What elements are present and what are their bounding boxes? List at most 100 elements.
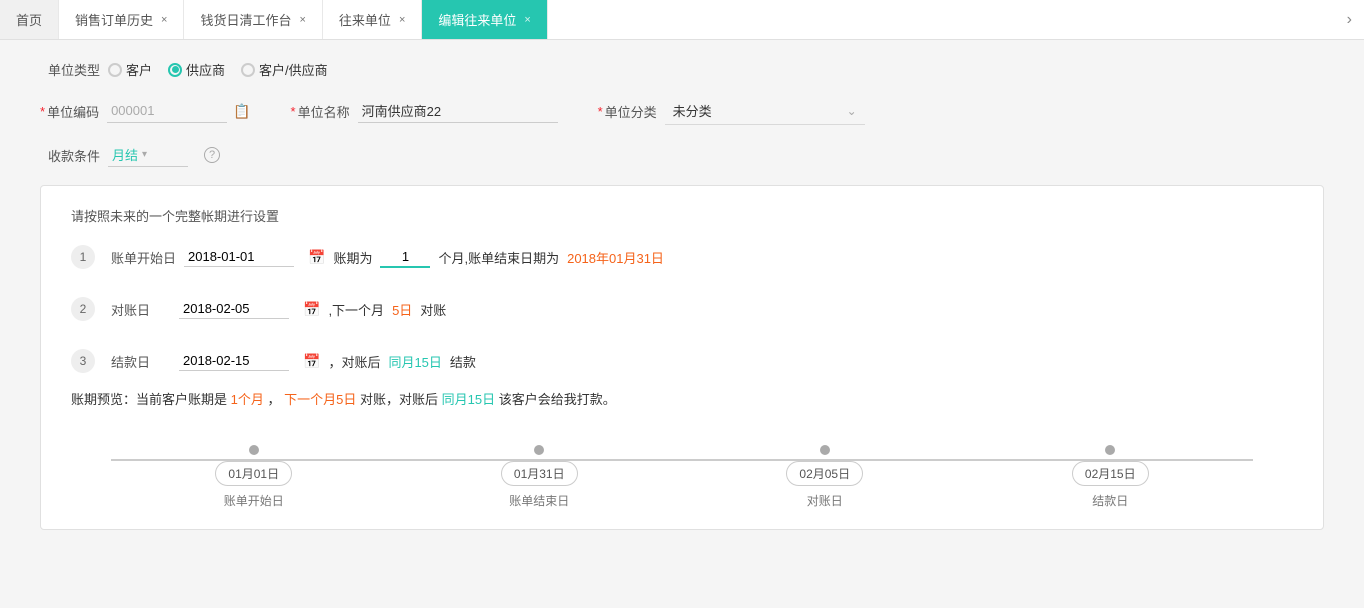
tab-home-label: 首页 bbox=[16, 10, 42, 29]
tab-unit-list[interactable]: 往来单位 × bbox=[323, 0, 422, 39]
step-1-suffix-pre: 账期为 bbox=[333, 248, 372, 267]
tab-sales-history-label: 销售订单历史 bbox=[75, 10, 153, 29]
timeline-date-4: 02月15日 bbox=[1072, 461, 1149, 486]
step-3-row: 3 结款日 📅 ，对账后 同月15日 结款 bbox=[71, 349, 1293, 373]
unit-code-group: * 单位编码 📋 bbox=[40, 99, 251, 123]
unit-category-value: 未分类 bbox=[673, 101, 847, 120]
unit-category-chevron: ⌄ bbox=[847, 104, 857, 118]
timeline-item-1: 01月01日 账单开始日 bbox=[111, 436, 397, 509]
unit-code-copy-icon[interactable]: 📋 bbox=[233, 103, 250, 120]
step-1-suffix-post: 个月,账单结束日期为 bbox=[438, 248, 559, 267]
radio-customer[interactable]: 客户 bbox=[108, 60, 152, 79]
settings-box: 请按照未来的一个完整帐期进行设置 1 账单开始日 📅 账期为 个月,账单结束日期… bbox=[40, 185, 1324, 530]
payment-terms-select[interactable]: 月结 ▾ bbox=[108, 143, 188, 167]
timeline-dot-4 bbox=[1105, 445, 1115, 455]
step-2-suffix-post: 对账 bbox=[420, 300, 446, 319]
step-1-row: 1 账单开始日 📅 账期为 个月,账单结束日期为 2018年01月31日 bbox=[71, 245, 1293, 269]
tab-sales-history-close[interactable]: × bbox=[161, 14, 167, 26]
step-3-calendar-icon[interactable]: 📅 bbox=[303, 353, 320, 370]
unit-name-label: 单位名称 bbox=[298, 102, 350, 121]
preview-part3: 同月15日 bbox=[442, 392, 495, 407]
radio-both-circle bbox=[241, 63, 255, 77]
unit-code-star: * bbox=[40, 104, 45, 119]
step-3-suffix-pre: ，对账后 bbox=[328, 352, 380, 371]
step-1-date-input[interactable] bbox=[184, 247, 294, 267]
step-2-date-input[interactable] bbox=[179, 299, 289, 319]
tab-cash-work-close[interactable]: × bbox=[299, 14, 305, 26]
tab-edit-unit-label: 编辑往来单位 bbox=[438, 10, 516, 29]
preview-part1: 1个月 bbox=[231, 392, 264, 407]
timeline-dot-3 bbox=[820, 445, 830, 455]
timeline-item-2: 01月31日 账单结束日 bbox=[397, 436, 683, 509]
tab-edit-unit-close[interactable]: × bbox=[524, 14, 530, 26]
step-2-label: 对账日 bbox=[111, 300, 171, 319]
radio-supplier[interactable]: 供应商 bbox=[168, 60, 225, 79]
tab-unit-list-close[interactable]: × bbox=[399, 14, 405, 26]
timeline-label-2: 账单结束日 bbox=[509, 492, 569, 509]
preview-label: 账期预览：当前客户账期是 bbox=[71, 392, 227, 407]
tabs-bar: 首页 销售订单历史 × 钱货日清工作台 × 往来单位 × 编辑往来单位 × › bbox=[0, 0, 1364, 40]
tab-cash-work-label: 钱货日清工作台 bbox=[200, 10, 291, 29]
radio-customer-circle bbox=[108, 63, 122, 77]
unit-type-row: 单位类型 客户 供应商 客户/供应商 bbox=[40, 60, 1324, 79]
step-1-end-date: 2018年01月31日 bbox=[567, 248, 664, 267]
step-1-num: 1 bbox=[71, 245, 95, 269]
step-3-num: 3 bbox=[71, 349, 95, 373]
step-3-highlight: 同月15日 bbox=[388, 352, 441, 371]
preview-end: 该客户会给我打款。 bbox=[499, 392, 616, 407]
timeline-items: 01月01日 账单开始日 01月31日 账单结束日 02月05日 对账日 bbox=[71, 436, 1293, 509]
payment-terms-help-icon[interactable]: ? bbox=[204, 147, 220, 163]
timeline-item-3: 02月05日 对账日 bbox=[682, 436, 968, 509]
timeline-label-4: 结款日 bbox=[1092, 492, 1128, 509]
unit-type-label: 单位类型 bbox=[40, 60, 100, 79]
step-3-suffix-post: 结款 bbox=[450, 352, 476, 371]
timeline-date-1: 01月01日 bbox=[215, 461, 292, 486]
timeline-label-3: 对账日 bbox=[807, 492, 843, 509]
preview-part2: 下一个月5日 bbox=[284, 392, 356, 407]
preview-text: 账期预览：当前客户账期是 1个月 ， 下一个月5日 对账，对账后 同月15日 该… bbox=[71, 377, 1293, 428]
step-2-suffix-pre: ,下一个月 bbox=[328, 300, 384, 319]
radio-supplier-circle bbox=[168, 63, 182, 77]
step-2-calendar-icon[interactable]: 📅 bbox=[303, 301, 320, 318]
timeline-wrapper: 01月01日 账单开始日 01月31日 账单结束日 02月05日 对账日 bbox=[71, 436, 1293, 509]
unit-category-select[interactable]: 未分类 ⌄ bbox=[665, 97, 865, 125]
step-2-content: 对账日 📅 ,下一个月 5日 对账 bbox=[111, 299, 1293, 319]
step-3-date-input[interactable] bbox=[179, 351, 289, 371]
step-2-num: 2 bbox=[71, 297, 95, 321]
step-1-period-input[interactable] bbox=[380, 247, 430, 268]
box-title: 请按照未来的一个完整帐期进行设置 bbox=[71, 206, 1293, 225]
unit-category-label: 单位分类 bbox=[605, 102, 657, 121]
unit-code-input[interactable] bbox=[107, 99, 227, 123]
unit-type-radio-group: 客户 供应商 客户/供应商 bbox=[108, 60, 328, 79]
unit-code-label: 单位编码 bbox=[47, 102, 99, 121]
step-2-row: 2 对账日 📅 ,下一个月 5日 对账 bbox=[71, 297, 1293, 321]
step-2-highlight: 5日 bbox=[392, 300, 412, 319]
step-3-label: 结款日 bbox=[111, 352, 171, 371]
step-1-label: 账单开始日 bbox=[111, 248, 176, 267]
tab-sales-history[interactable]: 销售订单历史 × bbox=[59, 0, 184, 39]
timeline-date-2: 01月31日 bbox=[501, 461, 578, 486]
step-1-calendar-icon[interactable]: 📅 bbox=[308, 249, 325, 266]
page-content: 单位类型 客户 供应商 客户/供应商 * 单位编码 📋 * 单位名称 bbox=[0, 40, 1364, 608]
tab-home[interactable]: 首页 bbox=[0, 0, 59, 39]
unit-name-group: * 单位名称 bbox=[291, 99, 558, 123]
tab-unit-list-label: 往来单位 bbox=[339, 10, 391, 29]
payment-terms-chevron: ▾ bbox=[142, 149, 147, 160]
tab-more-button[interactable]: › bbox=[1335, 11, 1364, 29]
unit-info-row: * 单位编码 📋 * 单位名称 * 单位分类 未分类 ⌄ bbox=[40, 97, 1324, 125]
timeline-dot-2 bbox=[534, 445, 544, 455]
unit-name-input[interactable] bbox=[358, 99, 558, 123]
radio-customer-label: 客户 bbox=[126, 60, 152, 79]
unit-category-group: * 单位分类 未分类 ⌄ bbox=[598, 97, 865, 125]
tab-edit-unit[interactable]: 编辑往来单位 × bbox=[422, 0, 547, 39]
timeline-item-4: 02月15日 结款日 bbox=[968, 436, 1254, 509]
radio-both[interactable]: 客户/供应商 bbox=[241, 60, 328, 79]
radio-supplier-label: 供应商 bbox=[186, 60, 225, 79]
timeline-date-3: 02月05日 bbox=[786, 461, 863, 486]
step-1-content: 账单开始日 📅 账期为 个月,账单结束日期为 2018年01月31日 bbox=[111, 247, 1293, 268]
tab-cash-work[interactable]: 钱货日清工作台 × bbox=[184, 0, 322, 39]
unit-category-star: * bbox=[598, 104, 603, 119]
preview-mid1: ， bbox=[268, 392, 281, 407]
payment-terms-value: 月结 bbox=[112, 145, 138, 164]
timeline-dot-1 bbox=[249, 445, 259, 455]
